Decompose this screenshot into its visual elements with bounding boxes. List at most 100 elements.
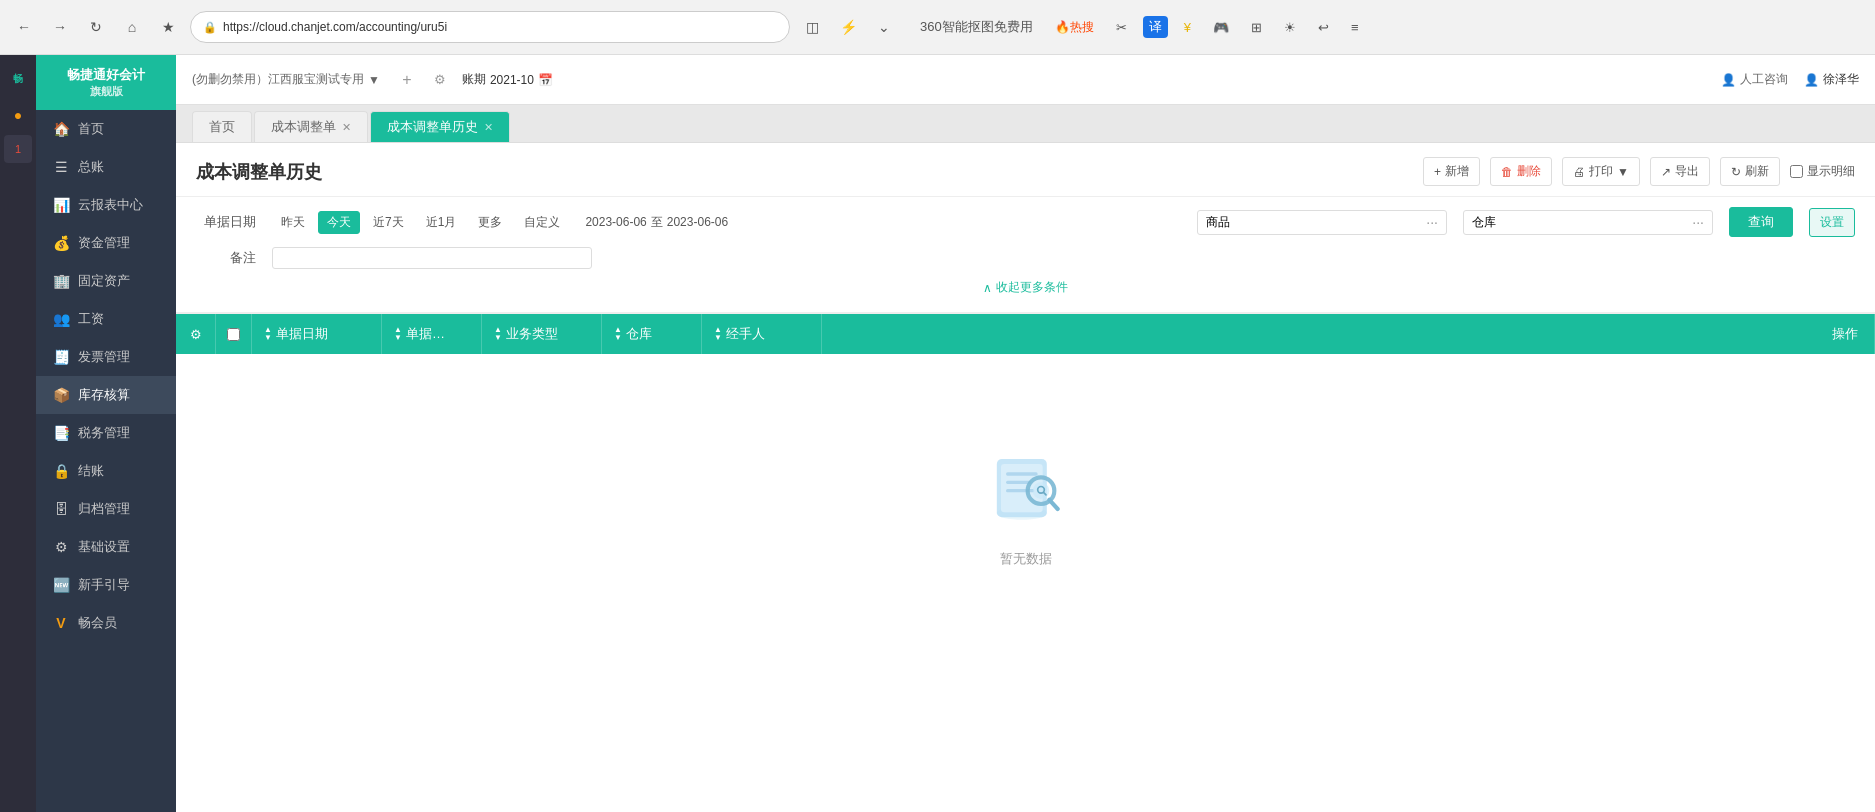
- sidebar-item-assets[interactable]: 🏢 固定资产: [36, 262, 176, 300]
- date-from: 2023-06-06: [585, 215, 646, 229]
- tab-cost-adj-history[interactable]: 成本调整单历史 ✕: [370, 111, 510, 142]
- hot-search-tool[interactable]: 🔥热搜: [1049, 15, 1100, 40]
- refresh-button[interactable]: ↻ 刷新: [1720, 157, 1780, 186]
- filter-area: 单据日期 昨天 今天 近7天 近1月 更多 自定义 2023-06-06 至 2…: [176, 197, 1875, 313]
- th-settings[interactable]: ⚙: [176, 314, 216, 354]
- lightning-button[interactable]: ⚡: [834, 13, 862, 41]
- date-shortcut-yesterday[interactable]: 昨天: [272, 211, 314, 234]
- tab-cost-adj-history-label: 成本调整单历史: [387, 118, 478, 136]
- sidebar-label-vip: 畅会员: [78, 614, 117, 632]
- sidebar-item-settings[interactable]: ⚙ 基础设置: [36, 528, 176, 566]
- service-icon: 👤: [1721, 73, 1736, 87]
- dropdown-button[interactable]: ⌄: [870, 13, 898, 41]
- calendar-icon[interactable]: 📅: [538, 73, 553, 87]
- address-bar[interactable]: 🔒 https://cloud.chanjet.com/accounting/u…: [190, 11, 790, 43]
- sidebar-item-close[interactable]: 🔒 结账: [36, 452, 176, 490]
- table-settings-label: 设置: [1820, 214, 1844, 231]
- grid-tool[interactable]: ⊞: [1245, 16, 1268, 39]
- collapse-button[interactable]: ∧ 收起更多条件: [983, 279, 1068, 296]
- nav-sidebar: 畅捷通好会计 旗舰版 🏠 首页 ☰ 总账 📊 云报表中心 💰 资金管理 🏢 固定…: [36, 55, 176, 812]
- add-account-button[interactable]: +: [396, 69, 418, 91]
- user-avatar-icon: 👤: [1804, 73, 1819, 87]
- icon-sidebar-item-1[interactable]: ●: [4, 101, 32, 129]
- date-shortcut-today[interactable]: 今天: [318, 211, 360, 234]
- delete-button[interactable]: 🗑 删除: [1490, 157, 1552, 186]
- app-logo[interactable]: 畅捷通好会计 旗舰版: [36, 55, 176, 110]
- show-cols-checkbox[interactable]: 显示明细: [1790, 163, 1855, 180]
- print-button[interactable]: 🖨 打印 ▼: [1562, 157, 1640, 186]
- reload-button[interactable]: ↻: [82, 13, 110, 41]
- game-tool[interactable]: 🎮: [1207, 16, 1235, 39]
- th-handler[interactable]: ▲▼ 经手人: [702, 314, 822, 354]
- table-settings-button[interactable]: 设置: [1809, 208, 1855, 237]
- icon-sidebar: 畅 ● 1: [0, 55, 36, 812]
- service-label: 人工咨询: [1740, 71, 1788, 88]
- goods-filter[interactable]: 商品 ···: [1197, 210, 1447, 235]
- warehouse-filter-dots: ···: [1692, 214, 1704, 230]
- account-selector[interactable]: (勿删勿禁用）江西服宝测试专用 ▼: [192, 71, 380, 88]
- date-shortcut-1month[interactable]: 近1月: [417, 211, 466, 234]
- table-header: ⚙ ▲▼ 单据日期 ▲▼ 单据… ▲▼ 业务类型: [176, 314, 1875, 354]
- forward-button[interactable]: →: [46, 13, 74, 41]
- settings-gear-icon[interactable]: ⚙: [434, 72, 446, 87]
- sidebar-item-archive[interactable]: 🗄 归档管理: [36, 490, 176, 528]
- sidebar-item-payroll[interactable]: 👥 工资: [36, 300, 176, 338]
- query-button[interactable]: 查询: [1729, 207, 1793, 237]
- tab-cost-adj[interactable]: 成本调整单 ✕: [254, 111, 368, 142]
- undo-tool[interactable]: ↩: [1312, 16, 1335, 39]
- icon-sidebar-item-2[interactable]: 1: [4, 135, 32, 163]
- show-cols-input[interactable]: [1790, 165, 1803, 178]
- close-period-icon: 🔒: [52, 463, 70, 479]
- sidebar-item-vip[interactable]: V 畅会员: [36, 604, 176, 642]
- sidebar-label-assets: 固定资产: [78, 272, 130, 290]
- th-checkbox[interactable]: [216, 314, 252, 354]
- remark-input[interactable]: [272, 247, 592, 269]
- sidebar-item-home[interactable]: 🏠 首页: [36, 110, 176, 148]
- th-docnum[interactable]: ▲▼ 单据…: [382, 314, 482, 354]
- bookmark-button[interactable]: ★: [154, 13, 182, 41]
- tab-cost-adj-history-close[interactable]: ✕: [484, 121, 493, 134]
- th-biztype[interactable]: ▲▼ 业务类型: [482, 314, 602, 354]
- service-button[interactable]: 👤 人工咨询: [1721, 71, 1788, 88]
- home-button[interactable]: ⌂: [118, 13, 146, 41]
- date-shortcut-more[interactable]: 更多: [469, 211, 511, 234]
- smart-cutout-tool[interactable]: 360智能抠图免费用: [914, 14, 1039, 40]
- browser-chrome: ← → ↻ ⌂ ★ 🔒 https://cloud.chanjet.com/ac…: [0, 0, 1875, 55]
- display-tool[interactable]: ☀: [1278, 16, 1302, 39]
- sidebar-item-invoice[interactable]: 🧾 发票管理: [36, 338, 176, 376]
- payment-tool[interactable]: ¥: [1178, 16, 1197, 39]
- filter-row-2: 备注: [196, 247, 1855, 269]
- translate-tool[interactable]: 译: [1143, 16, 1168, 38]
- icon-sidebar-chanjet[interactable]: 畅: [2, 63, 34, 95]
- collapse-arrow-icon: ∧: [983, 281, 992, 295]
- sidebar-item-guide[interactable]: 🆕 新手引导: [36, 566, 176, 604]
- print-dropdown-icon: ▼: [1617, 165, 1629, 179]
- export-button[interactable]: ↗ 导出: [1650, 157, 1710, 186]
- sidebar-item-inventory[interactable]: 📦 库存核算: [36, 376, 176, 414]
- sidebar-item-reports[interactable]: 📊 云报表中心: [36, 186, 176, 224]
- tab-home[interactable]: 首页: [192, 111, 252, 142]
- app-container: 畅 ● 1 畅捷通好会计 旗舰版 🏠 首页 ☰ 总账 📊 云报表中心 💰 资金管…: [0, 55, 1875, 812]
- th-warehouse[interactable]: ▲▼ 仓库: [602, 314, 702, 354]
- select-all-checkbox[interactable]: [227, 328, 240, 341]
- new-button[interactable]: + 新增: [1423, 157, 1480, 186]
- menu-tool[interactable]: ≡: [1345, 16, 1365, 39]
- new-label: 新增: [1445, 163, 1469, 180]
- tabs-button[interactable]: ◫: [798, 13, 826, 41]
- sidebar-item-ledger[interactable]: ☰ 总账: [36, 148, 176, 186]
- back-button[interactable]: ←: [10, 13, 38, 41]
- scissors-tool[interactable]: ✂: [1110, 16, 1133, 39]
- ledger-icon: ☰: [52, 159, 70, 175]
- sidebar-item-finance[interactable]: 💰 资金管理: [36, 224, 176, 262]
- date-shortcut-7days[interactable]: 近7天: [364, 211, 413, 234]
- warehouse-filter[interactable]: 仓库 ···: [1463, 210, 1713, 235]
- svg-rect-3: [1006, 472, 1038, 475]
- th-date[interactable]: ▲▼ 单据日期: [252, 314, 382, 354]
- svg-rect-4: [1006, 481, 1031, 484]
- user-info[interactable]: 👤 徐泽华: [1804, 71, 1859, 88]
- sidebar-item-tax[interactable]: 📑 税务管理: [36, 414, 176, 452]
- sidebar-label-invoice: 发票管理: [78, 348, 130, 366]
- date-shortcut-custom[interactable]: 自定义: [515, 211, 569, 234]
- collapse-label: 收起更多条件: [996, 279, 1068, 296]
- tab-cost-adj-close[interactable]: ✕: [342, 121, 351, 134]
